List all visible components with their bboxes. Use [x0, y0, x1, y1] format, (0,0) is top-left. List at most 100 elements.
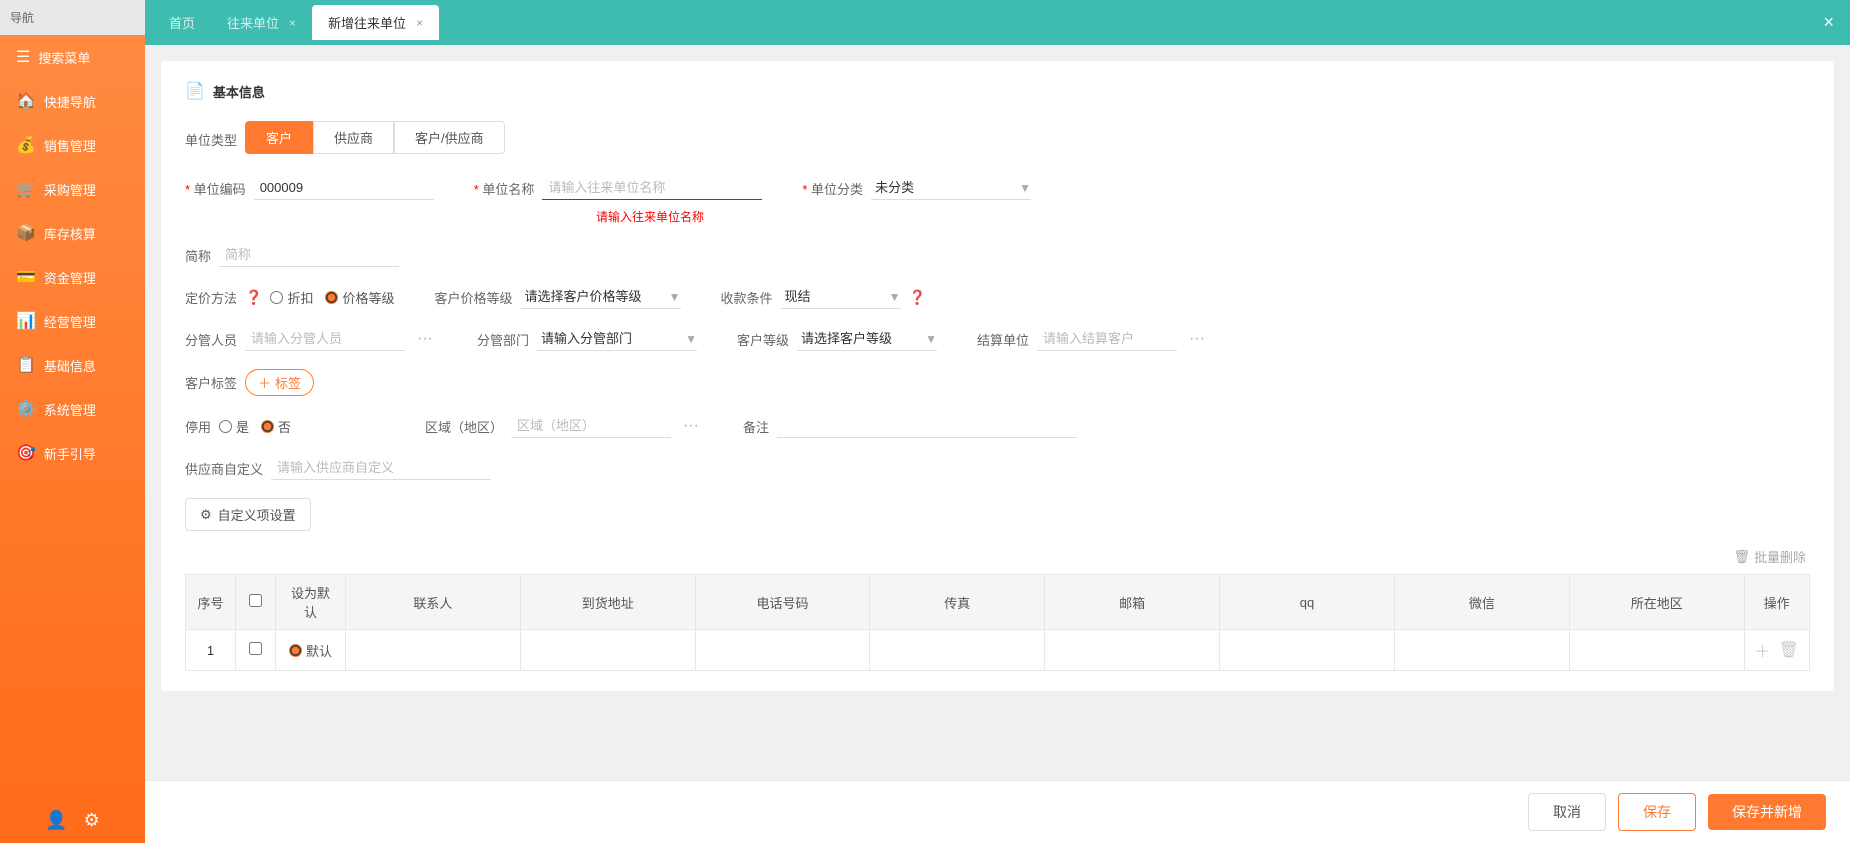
- pricing-method-help-icon[interactable]: ❓: [245, 289, 262, 306]
- tab-bar-close-button[interactable]: ×: [1815, 8, 1842, 37]
- tab-bar: 首页 往来单位 × 新增往来单位 × ×: [145, 0, 1850, 45]
- customer-price-level-field: 客户价格等级 请选择客户价格等级 ▼: [434, 285, 680, 309]
- sidebar-item-quicknav[interactable]: 🏠 快捷导航: [0, 79, 145, 123]
- row-address-input[interactable]: [531, 643, 685, 658]
- disabled-field: 停用 是 否: [185, 417, 385, 436]
- customer-level-select[interactable]: 请选择客户等级: [797, 327, 925, 350]
- settlement-unit-more-btn[interactable]: ···: [1185, 330, 1209, 348]
- row-phone-input[interactable]: [706, 643, 860, 658]
- customer-price-level-label: 客户价格等级: [434, 288, 512, 307]
- manager-dept-level-row: 分管人员 ··· 分管部门 请输入分管部门 ▼ 客户等级: [185, 327, 1810, 351]
- tab-home[interactable]: 首页: [153, 5, 211, 40]
- row-address[interactable]: [520, 630, 695, 671]
- disabled-no-option[interactable]: 否: [261, 417, 291, 436]
- disabled-yes-option[interactable]: 是: [219, 417, 249, 436]
- tab-new-contact-close-icon[interactable]: ×: [416, 16, 423, 30]
- sidebar-item-operations[interactable]: 📊 经营管理: [0, 299, 145, 343]
- payment-terms-field: 收款条件 现结 ▼ ❓: [721, 285, 926, 309]
- manager-input[interactable]: [245, 327, 405, 351]
- sidebar-user-icon[interactable]: 👤: [45, 810, 67, 831]
- sidebar-item-sales[interactable]: 💰 销售管理: [0, 123, 145, 167]
- row-email[interactable]: [1045, 630, 1220, 671]
- region-more-btn[interactable]: ···: [679, 417, 703, 435]
- department-select[interactable]: 请输入分管部门: [537, 327, 685, 350]
- batch-delete-btn[interactable]: 🗑 批量删除: [1733, 547, 1806, 566]
- row-checkbox[interactable]: [249, 642, 262, 655]
- payment-terms-select[interactable]: 现结: [781, 285, 889, 308]
- tab-contacts-close-icon[interactable]: ×: [289, 16, 296, 30]
- sidebar-item-search[interactable]: ☰ 搜索菜单: [0, 35, 145, 79]
- unit-category-select[interactable]: 未分类: [871, 176, 1019, 199]
- select-all-checkbox[interactable]: [249, 594, 262, 607]
- row-region[interactable]: [1569, 630, 1744, 671]
- row-qq[interactable]: [1220, 630, 1395, 671]
- region-field: 区域（地区） ···: [425, 414, 703, 438]
- supplier-custom-input[interactable]: [271, 456, 491, 480]
- section-title: 📄 基本信息: [185, 81, 1810, 101]
- region-input[interactable]: [511, 414, 671, 438]
- row-wechat[interactable]: [1395, 630, 1570, 671]
- tab-home-label: 首页: [169, 13, 195, 32]
- tab-contacts[interactable]: 往来单位 ×: [211, 5, 312, 40]
- pricing-discount-option[interactable]: 折扣: [270, 288, 313, 307]
- row-email-input[interactable]: [1055, 643, 1209, 658]
- add-tag-btn[interactable]: ＋ 标签: [245, 369, 314, 396]
- tab-new-contact[interactable]: 新增往来单位 ×: [312, 5, 439, 40]
- unit-type-customer-btn[interactable]: 客户: [245, 121, 313, 154]
- batch-delete-label: 批量删除: [1754, 547, 1806, 566]
- customer-price-level-select[interactable]: 请选择客户价格等级: [521, 285, 669, 308]
- save-new-button[interactable]: 保存并新增: [1708, 794, 1826, 830]
- supplier-custom-row: 供应商自定义: [185, 456, 1810, 480]
- manager-more-btn[interactable]: ···: [413, 330, 437, 348]
- pricing-level-option[interactable]: 价格等级: [325, 288, 394, 307]
- tab-contacts-label: 往来单位: [227, 13, 279, 32]
- row-fax-input[interactable]: [880, 643, 1034, 658]
- unit-type-field: 单位类型 客户 供应商 客户/供应商: [185, 121, 505, 158]
- customer-price-level-chevron-icon: ▼: [669, 290, 681, 304]
- remark-input[interactable]: [777, 414, 1077, 438]
- pricing-discount-radio[interactable]: [270, 291, 283, 304]
- sidebar-settings-icon[interactable]: ⚙: [84, 810, 100, 831]
- customer-tag-label: 客户标签: [185, 373, 237, 392]
- save-button[interactable]: 保存: [1618, 793, 1696, 831]
- row-fax[interactable]: [870, 630, 1045, 671]
- settlement-unit-input[interactable]: [1037, 327, 1177, 351]
- row-default-option[interactable]: 默认: [286, 641, 335, 660]
- disabled-label: 停用: [185, 417, 211, 436]
- unit-type-supplier-btn[interactable]: 供应商: [313, 121, 394, 154]
- unit-name-input[interactable]: [542, 176, 762, 200]
- sidebar-item-basic-info[interactable]: 📋 基础信息: [0, 343, 145, 387]
- cancel-button[interactable]: 取消: [1528, 793, 1606, 831]
- disabled-no-radio[interactable]: [261, 420, 274, 433]
- disabled-region-remark-row: 停用 是 否 区域（地区） ···: [185, 414, 1810, 438]
- short-name-input[interactable]: [219, 243, 399, 267]
- short-name-field: 简称: [185, 243, 399, 267]
- basic-info-card: 📄 基本信息 单位类型 客户 供应商 客户/供应商 单位编码: [161, 61, 1834, 691]
- pricing-level-radio[interactable]: [325, 291, 338, 304]
- row-region-input[interactable]: [1580, 643, 1734, 658]
- add-tag-icon: ＋: [258, 373, 271, 392]
- sidebar-item-tutorial[interactable]: 🎯 新手引导: [0, 431, 145, 475]
- row-contact[interactable]: [346, 630, 521, 671]
- row-add-btn[interactable]: ＋: [1755, 638, 1771, 662]
- row-delete-btn[interactable]: 🗑: [1779, 640, 1799, 660]
- row-contact-input[interactable]: [356, 643, 510, 658]
- custom-settings-btn[interactable]: ⚙ 自定义项设置: [185, 498, 311, 531]
- unit-category-chevron-icon: ▼: [1019, 181, 1031, 195]
- sidebar-item-inventory[interactable]: 📦 库存核算: [0, 211, 145, 255]
- payment-terms-help-icon[interactable]: ❓: [909, 289, 926, 306]
- col-fax: 传真: [870, 575, 1045, 630]
- row-phone[interactable]: [695, 630, 870, 671]
- row-qq-input[interactable]: [1230, 643, 1384, 658]
- sidebar-item-system[interactable]: ⚙️ 系统管理: [0, 387, 145, 431]
- unit-type-both-btn[interactable]: 客户/供应商: [394, 121, 505, 154]
- sidebar-item-purchase[interactable]: 🛒 采购管理: [0, 167, 145, 211]
- row-wechat-input[interactable]: [1405, 643, 1559, 658]
- supplier-custom-label: 供应商自定义: [185, 459, 263, 478]
- col-contact: 联系人: [346, 575, 521, 630]
- row-default-radio[interactable]: [289, 644, 302, 657]
- sidebar-header: 导航: [0, 0, 145, 35]
- disabled-yes-radio[interactable]: [219, 420, 232, 433]
- unit-code-input[interactable]: [254, 176, 434, 200]
- sidebar-item-finance[interactable]: 💳 资金管理: [0, 255, 145, 299]
